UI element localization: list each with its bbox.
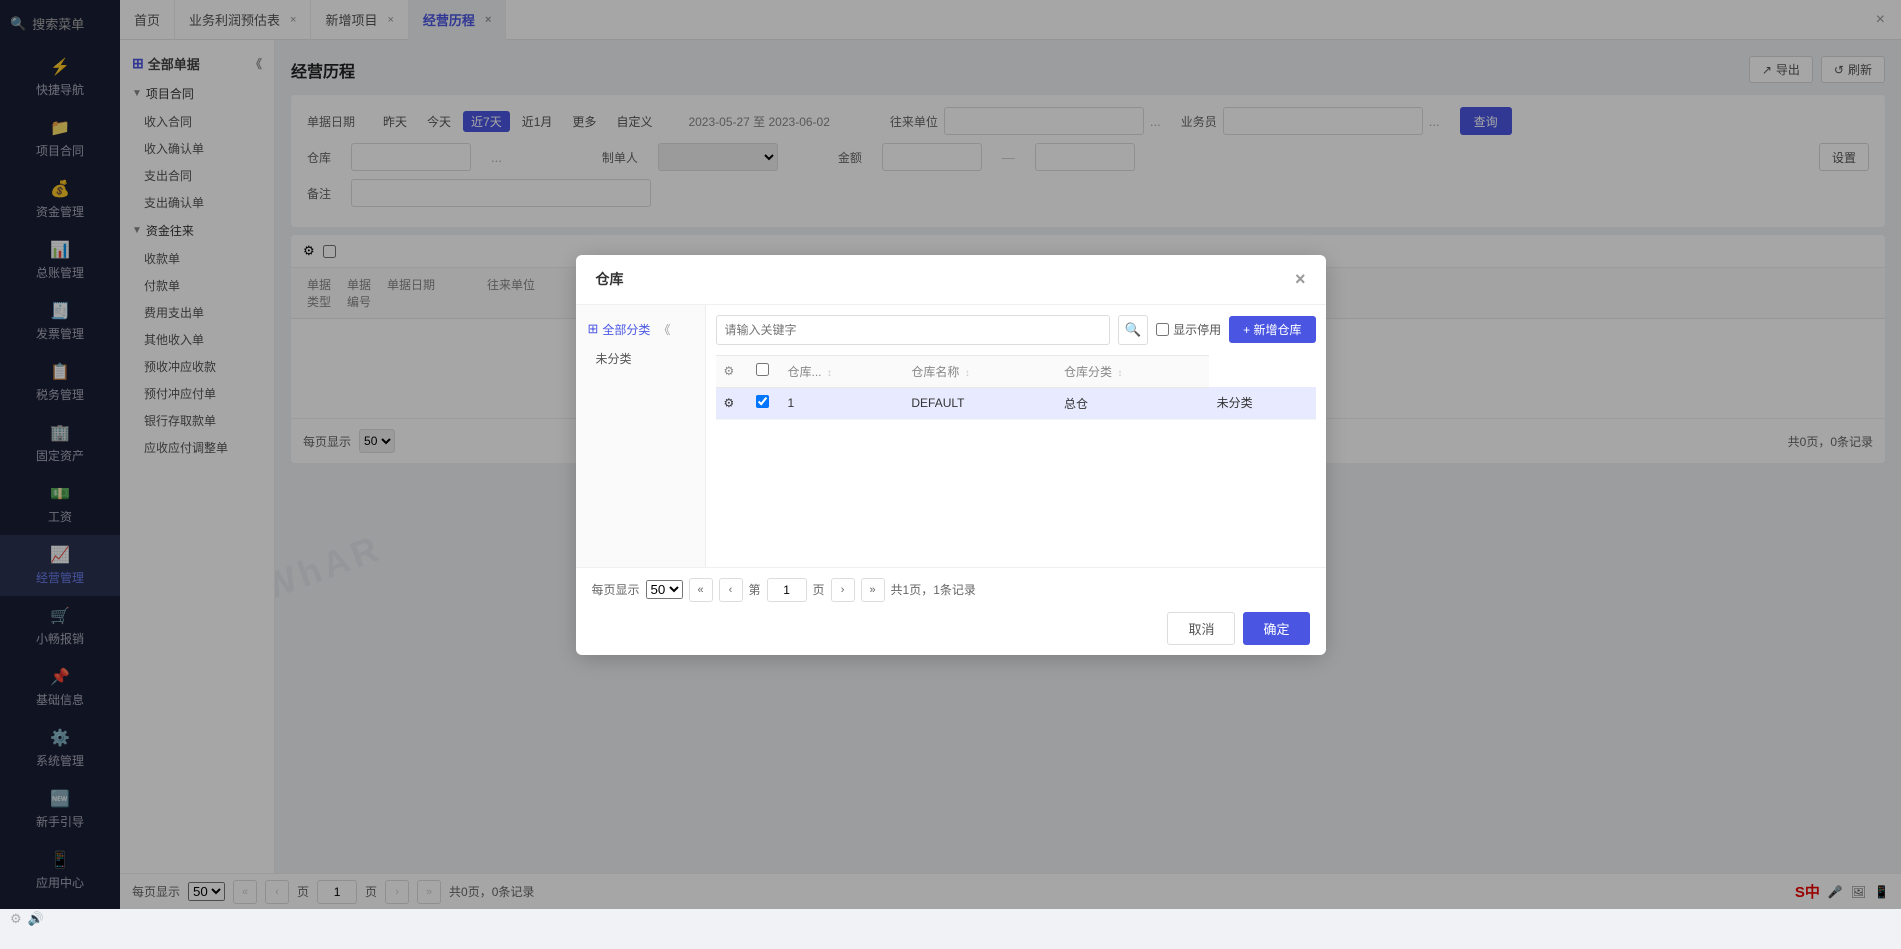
modal-page-input[interactable] [767, 578, 807, 602]
modal-pagination: 每页显示 50 « ‹ 第 页 › » 共1页，1条记录 [592, 578, 1310, 602]
modal-body: ⊞ 全部分类 《 未分类 🔍 显示停用 [576, 305, 1326, 567]
show-disabled-checkbox[interactable] [1156, 323, 1169, 336]
modal-page-suffix: 页 [813, 581, 825, 598]
modal-search-input[interactable] [716, 315, 1111, 345]
modal-th-gear[interactable]: ⚙ [716, 355, 748, 387]
modal-th-code[interactable]: 仓库... ↕ [780, 355, 904, 387]
row-checkbox[interactable] [748, 387, 780, 419]
row-gear[interactable]: ⚙ [716, 387, 748, 419]
modal-search-btn[interactable]: 🔍 [1118, 315, 1148, 345]
show-disabled-label[interactable]: 显示停用 [1156, 321, 1221, 338]
add-warehouse-btn[interactable]: + 新增仓库 [1229, 316, 1315, 343]
modal-footer: 每页显示 50 « ‹ 第 页 › » 共1页，1条记录 取消 确定 [576, 567, 1326, 655]
modal-next-btn[interactable]: › [831, 578, 855, 602]
modal-search-row: 🔍 显示停用 + 新增仓库 [716, 315, 1316, 345]
modal-table-row[interactable]: ⚙ 1 DEFAULT 总仓 未分类 [716, 387, 1316, 419]
modal-total-label: 共1页，1条记录 [891, 581, 976, 598]
modal-close-btn[interactable]: × [1295, 269, 1306, 290]
modal-right: 🔍 显示停用 + 新增仓库 ⚙ [706, 305, 1326, 567]
confirm-btn[interactable]: 确定 [1243, 612, 1309, 645]
row-category: 未分类 [1209, 387, 1316, 419]
modal-table: ⚙ 仓库... ↕ 仓库名称 ↕ 仓库分类 ↕ ⚙ 1 DEFAULT 总仓 未… [716, 355, 1316, 420]
row-code: DEFAULT [903, 387, 1056, 419]
modal-all-label[interactable]: 全部分类 [602, 321, 650, 338]
modal-header: 仓库 × [576, 255, 1326, 305]
modal-first-btn[interactable]: « [689, 578, 713, 602]
modal-last-btn[interactable]: » [861, 578, 885, 602]
row-name: 总仓 [1056, 387, 1209, 419]
modal-left-item-未分类[interactable]: 未分类 [576, 344, 705, 373]
modal-title: 仓库 [596, 269, 624, 289]
row-check[interactable] [756, 395, 769, 408]
modal-page-label: 第 [749, 581, 761, 598]
modal-left-panel: ⊞ 全部分类 《 未分类 [576, 305, 706, 567]
modal-select-all[interactable] [756, 363, 769, 376]
modal-prev-btn[interactable]: ‹ [719, 578, 743, 602]
modal-left-header: ⊞ 全部分类 《 [576, 315, 705, 344]
modal-left-collapse-btn[interactable]: 《 [654, 321, 674, 338]
modal-table-container: ⚙ 仓库... ↕ 仓库名称 ↕ 仓库分类 ↕ ⚙ 1 DEFAULT 总仓 未… [716, 355, 1316, 557]
modal-overlay: 仓库 × ⊞ 全部分类 《 未分类 🔍 [0, 0, 1901, 909]
modal-th-category[interactable]: 仓库分类 ↕ [1056, 355, 1209, 387]
modal-per-page-select[interactable]: 50 [646, 580, 683, 599]
modal-table-header-row: ⚙ 仓库... ↕ 仓库名称 ↕ 仓库分类 ↕ [716, 355, 1316, 387]
modal-search-icon: 🔍 [1125, 322, 1142, 338]
modal-actions: 取消 确定 [592, 612, 1310, 645]
modal-per-page-label: 每页显示 [592, 581, 640, 598]
modal-th-checkbox[interactable] [748, 355, 780, 387]
modal: 仓库 × ⊞ 全部分类 《 未分类 🔍 [576, 255, 1326, 655]
modal-th-name[interactable]: 仓库名称 ↕ [903, 355, 1056, 387]
row-id: 1 [780, 387, 904, 419]
cancel-btn[interactable]: 取消 [1167, 612, 1235, 645]
